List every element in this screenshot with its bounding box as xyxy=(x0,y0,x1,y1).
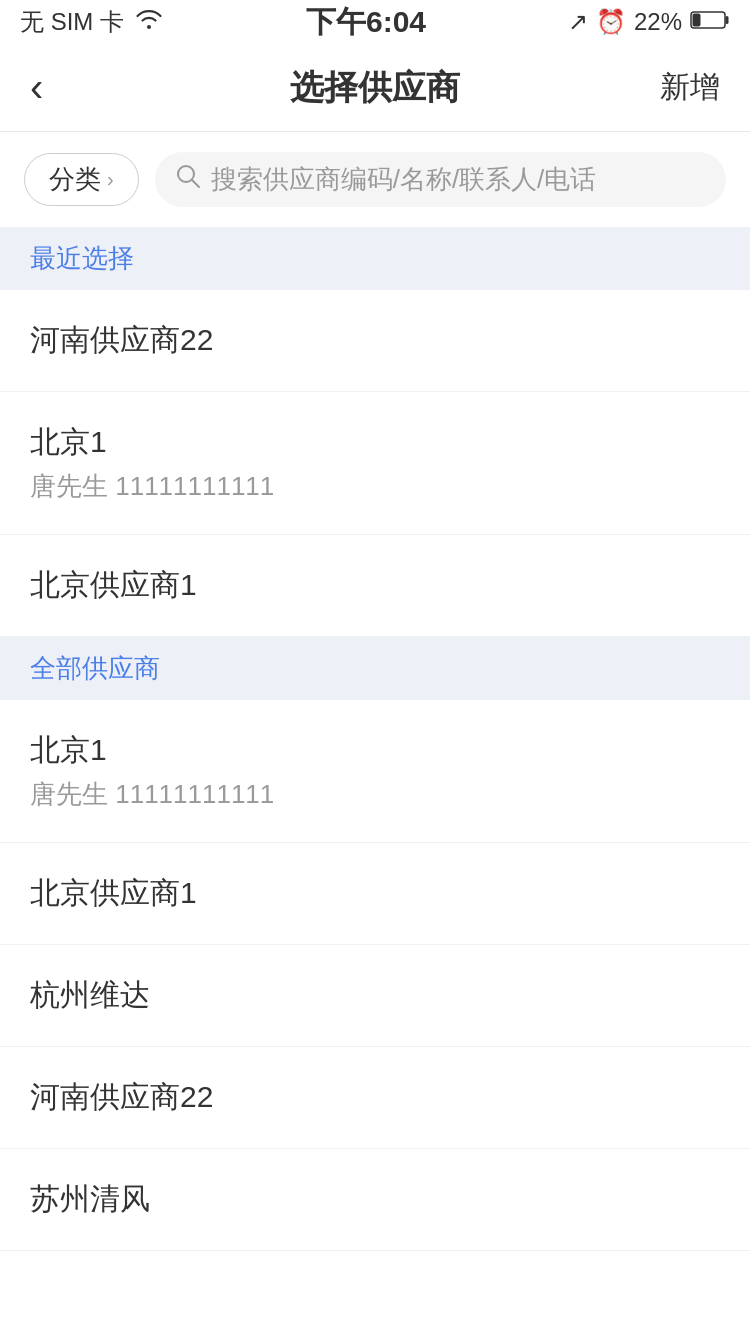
recent-section-header: 最近选择 xyxy=(0,227,750,290)
chevron-right-icon: › xyxy=(107,168,114,191)
back-button[interactable]: ‹ xyxy=(30,65,110,110)
item-name: 北京1 xyxy=(30,730,720,771)
item-name: 北京供应商1 xyxy=(30,565,720,606)
nav-bar: ‹ 选择供应商 新增 xyxy=(0,44,750,132)
recent-items-list: 河南供应商22 北京1 唐先生 11111111111 北京供应商1 xyxy=(0,290,750,637)
status-left: 无 SIM 卡 xyxy=(20,6,164,38)
all-section-label: 全部供应商 xyxy=(30,653,160,683)
status-right: ↗ ⏰ 22% xyxy=(568,8,730,36)
item-name: 河南供应商22 xyxy=(30,320,720,361)
list-item[interactable]: 北京1 唐先生 11111111111 xyxy=(0,392,750,535)
all-items-list: 北京1 唐先生 11111111111 北京供应商1 杭州维达河南供应商22 苏州清风 xyxy=(0,700,750,1251)
list-item[interactable]: 杭州维达 xyxy=(0,945,750,1047)
alarm-icon: ⏰ xyxy=(596,8,626,36)
add-button[interactable]: 新增 xyxy=(640,67,720,108)
battery-icon xyxy=(690,8,730,36)
list-item[interactable]: 苏州清风 xyxy=(0,1149,750,1251)
search-placeholder: 搜索供应商编码/名称/联系人/电话 xyxy=(211,162,597,197)
list-item[interactable]: 北京1 唐先生 11111111111 xyxy=(0,700,750,843)
item-name: 苏州清风 xyxy=(30,1179,720,1220)
battery-label: 22% xyxy=(634,8,682,36)
status-time: 下午6:04 xyxy=(306,2,426,43)
wifi-icon xyxy=(134,8,164,36)
page-title: 选择供应商 xyxy=(290,65,460,111)
item-name: 北京1 xyxy=(30,422,720,463)
all-section-header: 全部供应商 xyxy=(0,637,750,700)
category-label: 分类 xyxy=(49,162,101,197)
svg-line-4 xyxy=(192,180,199,187)
svg-rect-2 xyxy=(692,14,700,27)
list-item[interactable]: 北京供应商1 xyxy=(0,535,750,637)
item-name: 杭州维达 xyxy=(30,975,720,1016)
svg-rect-1 xyxy=(725,16,728,24)
status-bar: 无 SIM 卡 下午6:04 ↗ ⏰ 22% xyxy=(0,0,750,44)
list-item[interactable]: 河南供应商22 xyxy=(0,1047,750,1149)
location-icon: ↗ xyxy=(568,8,588,36)
filter-bar: 分类 › 搜索供应商编码/名称/联系人/电话 xyxy=(0,132,750,227)
list-item[interactable]: 河南供应商22 xyxy=(0,290,750,392)
item-name: 河南供应商22 xyxy=(30,1077,720,1118)
list-item[interactable]: 北京供应商1 xyxy=(0,843,750,945)
category-button[interactable]: 分类 › xyxy=(24,153,139,206)
search-box[interactable]: 搜索供应商编码/名称/联系人/电话 xyxy=(155,152,726,207)
recent-section-label: 最近选择 xyxy=(30,243,134,273)
sim-label: 无 SIM 卡 xyxy=(20,6,124,38)
search-icon xyxy=(175,163,201,196)
item-name: 北京供应商1 xyxy=(30,873,720,914)
item-sub: 唐先生 11111111111 xyxy=(30,777,720,812)
item-sub: 唐先生 11111111111 xyxy=(30,469,720,504)
